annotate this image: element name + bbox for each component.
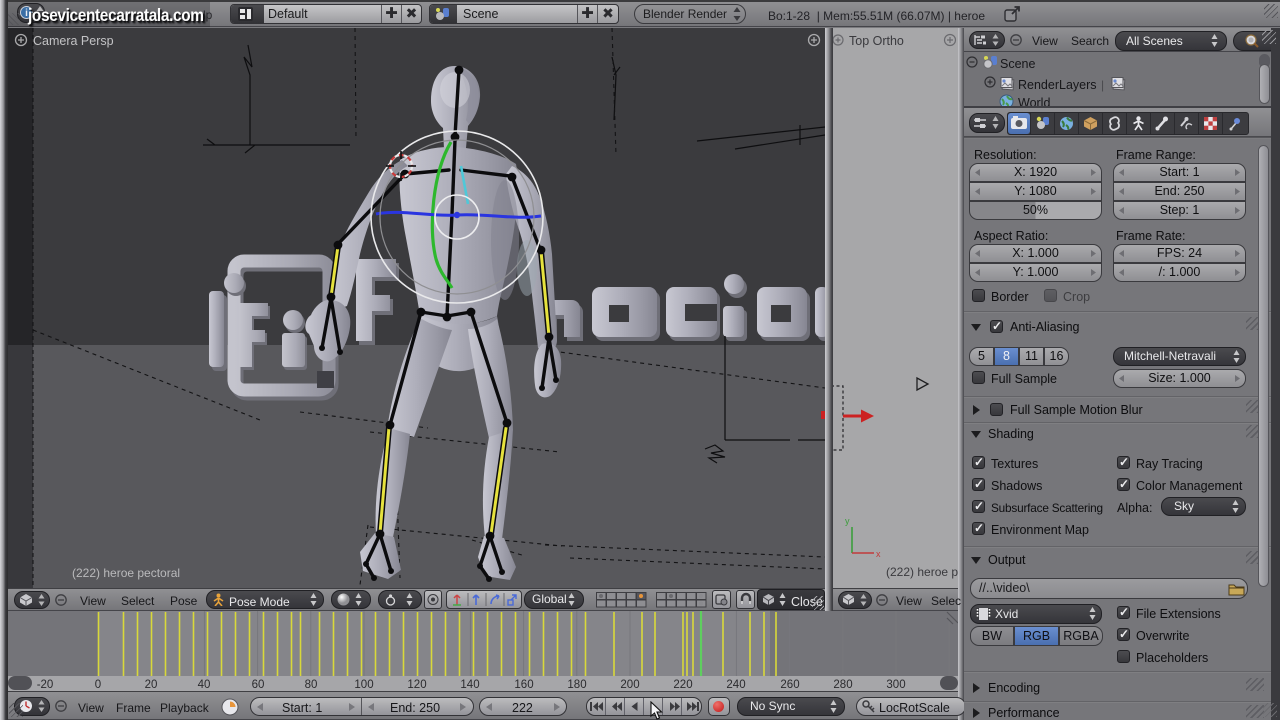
svg-text:120: 120 <box>407 679 426 691</box>
svg-text:80: 80 <box>305 679 318 691</box>
svg-text:0: 0 <box>95 679 101 691</box>
svg-text:Camera Persp: Camera Persp <box>33 34 114 48</box>
svg-text:200: 200 <box>620 679 639 691</box>
svg-text:60: 60 <box>252 679 265 691</box>
svg-text:40: 40 <box>198 679 211 691</box>
svg-text:20: 20 <box>145 679 158 691</box>
svg-text:x: x <box>876 549 881 559</box>
svg-text:-20: -20 <box>37 679 54 691</box>
svg-text:180: 180 <box>567 679 586 691</box>
svg-text:(222) heroe pectoral: (222) heroe pectoral <box>72 566 180 580</box>
svg-text:Top Ortho: Top Ortho <box>849 34 904 48</box>
svg-text:260: 260 <box>780 679 799 691</box>
svg-text:140: 140 <box>460 679 479 691</box>
svg-text:300: 300 <box>886 679 905 691</box>
svg-text:240: 240 <box>726 679 745 691</box>
svg-text:220: 220 <box>673 679 692 691</box>
svg-text:100: 100 <box>354 679 373 691</box>
svg-text:160: 160 <box>514 679 533 691</box>
svg-text:(222) heroe p: (222) heroe p <box>886 565 958 579</box>
svg-text:y: y <box>845 516 850 526</box>
svg-text:280: 280 <box>833 679 852 691</box>
